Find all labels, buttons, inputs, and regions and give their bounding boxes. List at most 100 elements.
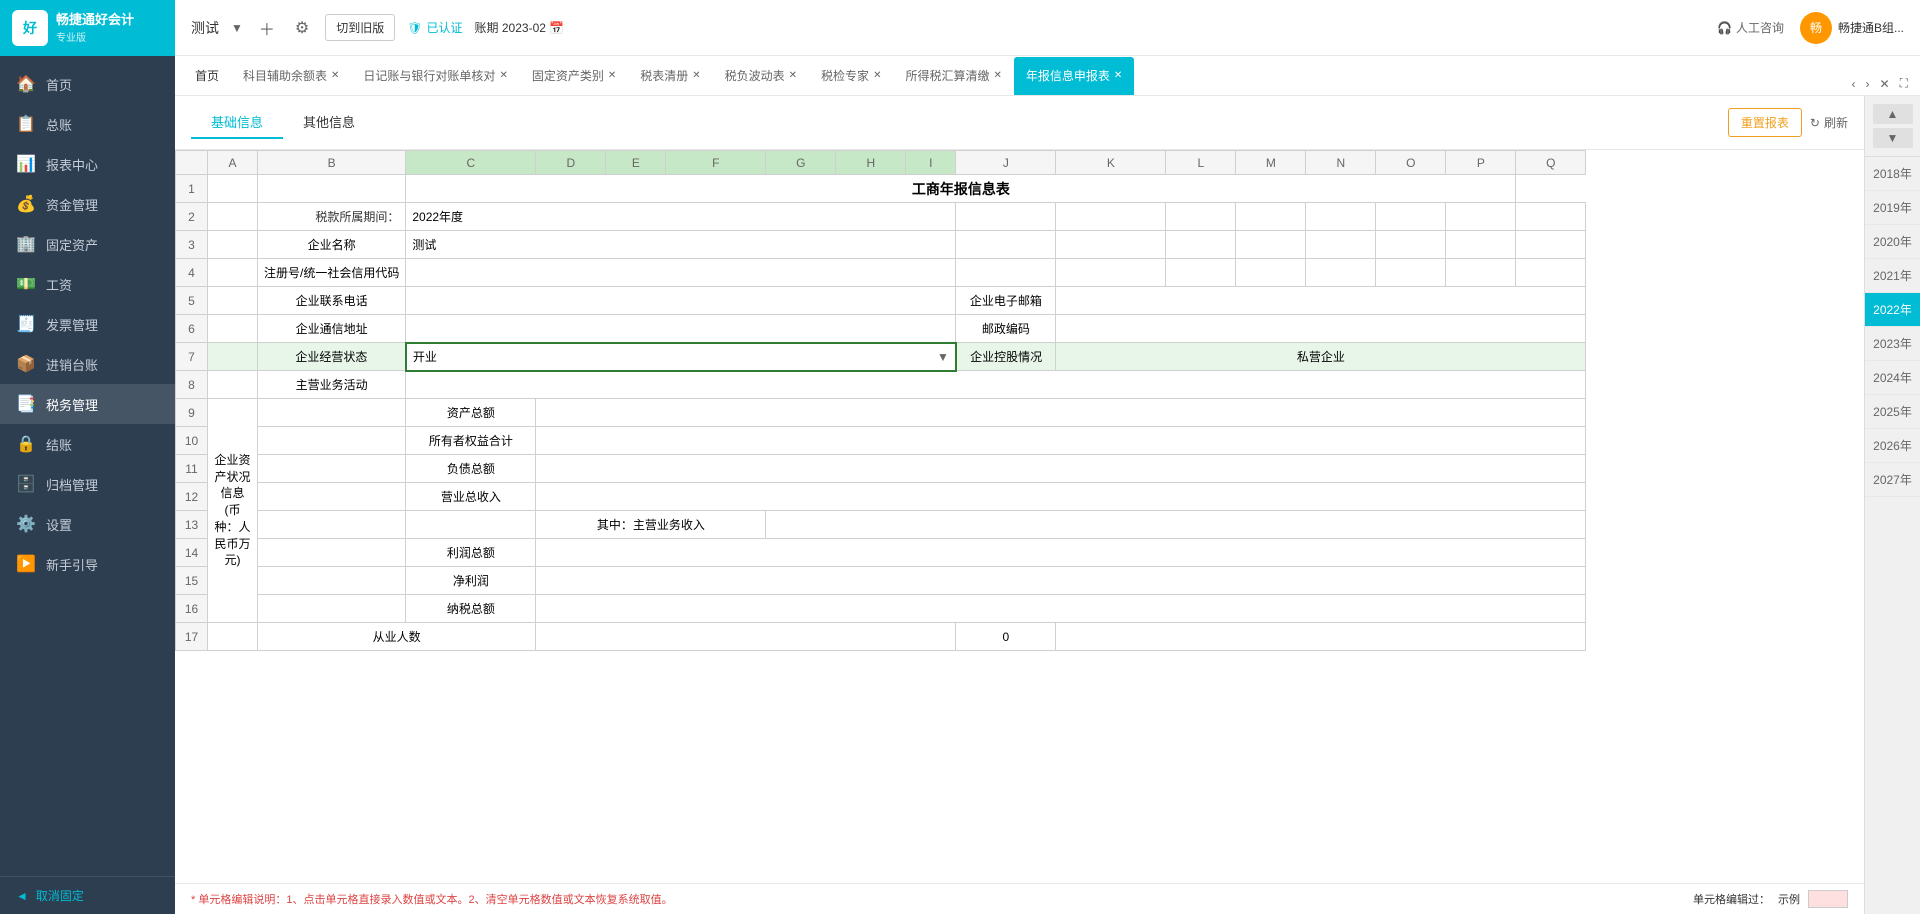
cell-3-A[interactable] xyxy=(208,231,258,259)
sidebar-item-settings[interactable]: ⚙️ 设置 xyxy=(0,504,175,544)
cell-6-K[interactable] xyxy=(1056,315,1586,343)
cell-2-N[interactable] xyxy=(1306,203,1376,231)
tab-tax-expert[interactable]: 税检专家 ✕ xyxy=(809,57,893,95)
tab-fixed-assets[interactable]: 固定资产类别 ✕ xyxy=(520,57,628,95)
reset-report-button[interactable]: 重置报表 xyxy=(1728,108,1802,137)
cell-15-D[interactable] xyxy=(536,567,1586,595)
cell-12-B[interactable] xyxy=(258,483,406,511)
sidebar-item-inventory[interactable]: 📦 进销台账 xyxy=(0,344,175,384)
cell-17-K[interactable] xyxy=(1056,623,1586,651)
cell-3-C[interactable]: 测试 xyxy=(406,231,956,259)
sidebar-item-invoice[interactable]: 🧾 发票管理 xyxy=(0,304,175,344)
close-icon[interactable]: ✕ xyxy=(499,70,507,81)
sidebar-item-guide[interactable]: ▶️ 新手引导 xyxy=(0,544,175,584)
cell-13-B[interactable] xyxy=(258,511,406,539)
cell-1-A[interactable] xyxy=(208,175,258,203)
sidebar-item-tax[interactable]: 📑 税务管理 xyxy=(0,384,175,424)
close-icon[interactable]: ✕ xyxy=(608,70,616,81)
switch-old-version-button[interactable]: 切到旧版 xyxy=(325,14,395,41)
cell-7-K[interactable]: 私营企业 xyxy=(1056,343,1586,371)
tab-expand-button[interactable]: ⛶ xyxy=(1896,72,1912,95)
cell-10-B[interactable] xyxy=(258,427,406,455)
year-item-2027[interactable]: 2027年 xyxy=(1865,463,1920,497)
cell-8-A[interactable] xyxy=(208,371,258,399)
year-item-2026[interactable]: 2026年 xyxy=(1865,429,1920,463)
cell-4-A[interactable] xyxy=(208,259,258,287)
cell-2-C[interactable]: 2022年度 xyxy=(406,203,956,231)
tab-prev-button[interactable]: ‹ xyxy=(1848,73,1860,95)
cell-9-B[interactable] xyxy=(258,399,406,427)
cell-3-M[interactable] xyxy=(1236,231,1306,259)
tab-basic-info[interactable]: 基础信息 xyxy=(191,106,283,139)
sidebar-cancel-pin[interactable]: ◄ 取消固定 xyxy=(0,876,175,914)
sidebar-item-payroll[interactable]: 💵 工资 xyxy=(0,264,175,304)
settings-icon[interactable]: ⚙ xyxy=(291,14,313,42)
calendar-icon[interactable]: 📅 xyxy=(549,21,564,35)
cell-4-N[interactable] xyxy=(1306,259,1376,287)
cell-11-B[interactable] xyxy=(258,455,406,483)
cell-6-A[interactable] xyxy=(208,315,258,343)
tab-tax-schedule[interactable]: 税表清册 ✕ xyxy=(628,57,712,95)
close-icon[interactable]: ✕ xyxy=(692,70,700,81)
cell-2-J[interactable] xyxy=(956,203,1056,231)
cell-7-A[interactable] xyxy=(208,343,258,371)
close-icon[interactable]: ✕ xyxy=(993,70,1001,81)
cell-14-B[interactable] xyxy=(258,539,406,567)
cell-7-C-active[interactable]: 开业 ▼ xyxy=(406,343,956,371)
year-item-2019[interactable]: 2019年 xyxy=(1865,191,1920,225)
cell-13-G[interactable] xyxy=(766,511,1586,539)
cell-4-M[interactable] xyxy=(1236,259,1306,287)
cell-6-C[interactable] xyxy=(406,315,956,343)
cell-4-O[interactable] xyxy=(1376,259,1446,287)
cell-3-K[interactable] xyxy=(1056,231,1166,259)
cell-4-Q[interactable] xyxy=(1516,259,1586,287)
year-item-2021[interactable]: 2021年 xyxy=(1865,259,1920,293)
year-scroll-down-button[interactable]: ▼ xyxy=(1873,128,1913,148)
cell-4-L[interactable] xyxy=(1166,259,1236,287)
tab-close-all-button[interactable]: ✕ xyxy=(1876,73,1894,95)
cell-5-C[interactable] xyxy=(406,287,956,315)
sidebar-item-reports[interactable]: 📊 报表中心 xyxy=(0,144,175,184)
sidebar-item-fixed[interactable]: 🏢 固定资产 xyxy=(0,224,175,264)
cell-3-N[interactable] xyxy=(1306,231,1376,259)
tab-auxiliary[interactable]: 科目辅助余额表 ✕ xyxy=(231,57,351,95)
close-icon[interactable]: ✕ xyxy=(331,70,339,81)
cell-17-D[interactable] xyxy=(536,623,956,651)
cell-2-O[interactable] xyxy=(1376,203,1446,231)
cell-15-B[interactable] xyxy=(258,567,406,595)
cell-2-P[interactable] xyxy=(1446,203,1516,231)
cell-2-M[interactable] xyxy=(1236,203,1306,231)
cell-12-D[interactable] xyxy=(536,483,1586,511)
cell-4-P[interactable] xyxy=(1446,259,1516,287)
cell-5-A[interactable] xyxy=(208,287,258,315)
cell-13-C[interactable] xyxy=(406,511,536,539)
refresh-button[interactable]: ↻ 刷新 xyxy=(1810,114,1848,131)
tab-home[interactable]: 首页 xyxy=(183,57,231,95)
cell-3-O[interactable] xyxy=(1376,231,1446,259)
year-scroll-up-button[interactable]: ▲ xyxy=(1873,104,1913,124)
tab-other-info[interactable]: 其他信息 xyxy=(283,106,375,139)
cell-11-D[interactable] xyxy=(536,455,1586,483)
sidebar-item-archive[interactable]: 🗄️ 归档管理 xyxy=(0,464,175,504)
cell-1-title[interactable]: 工商年报信息表 xyxy=(406,175,1516,203)
year-item-2022[interactable]: 2022年 xyxy=(1865,293,1920,327)
tab-income-tax[interactable]: 所得税汇算清缴 ✕ xyxy=(893,57,1013,95)
close-icon[interactable]: ✕ xyxy=(873,70,881,81)
cell-3-Q[interactable] xyxy=(1516,231,1586,259)
cell-4-C[interactable] xyxy=(406,259,956,287)
year-item-2023[interactable]: 2023年 xyxy=(1865,327,1920,361)
cell-1-B[interactable] xyxy=(258,175,406,203)
cell-9-D[interactable] xyxy=(536,399,1586,427)
cell-5-K[interactable] xyxy=(1056,287,1586,315)
cell-4-K[interactable] xyxy=(1056,259,1166,287)
service-button[interactable]: 🎧 人工咨询 xyxy=(1717,19,1784,36)
year-item-2025[interactable]: 2025年 xyxy=(1865,395,1920,429)
sidebar-item-ledger[interactable]: 📋 总账 xyxy=(0,104,175,144)
cell-16-B[interactable] xyxy=(258,595,406,623)
tab-tax-fluctuation[interactable]: 税负波动表 ✕ xyxy=(713,57,809,95)
user-menu[interactable]: 畅 畅捷通B组... xyxy=(1800,12,1904,44)
cell-3-P[interactable] xyxy=(1446,231,1516,259)
cell-14-D[interactable] xyxy=(536,539,1586,567)
close-icon[interactable]: ✕ xyxy=(1114,70,1122,81)
tab-journal[interactable]: 日记账与银行对账单核对 ✕ xyxy=(351,57,519,95)
